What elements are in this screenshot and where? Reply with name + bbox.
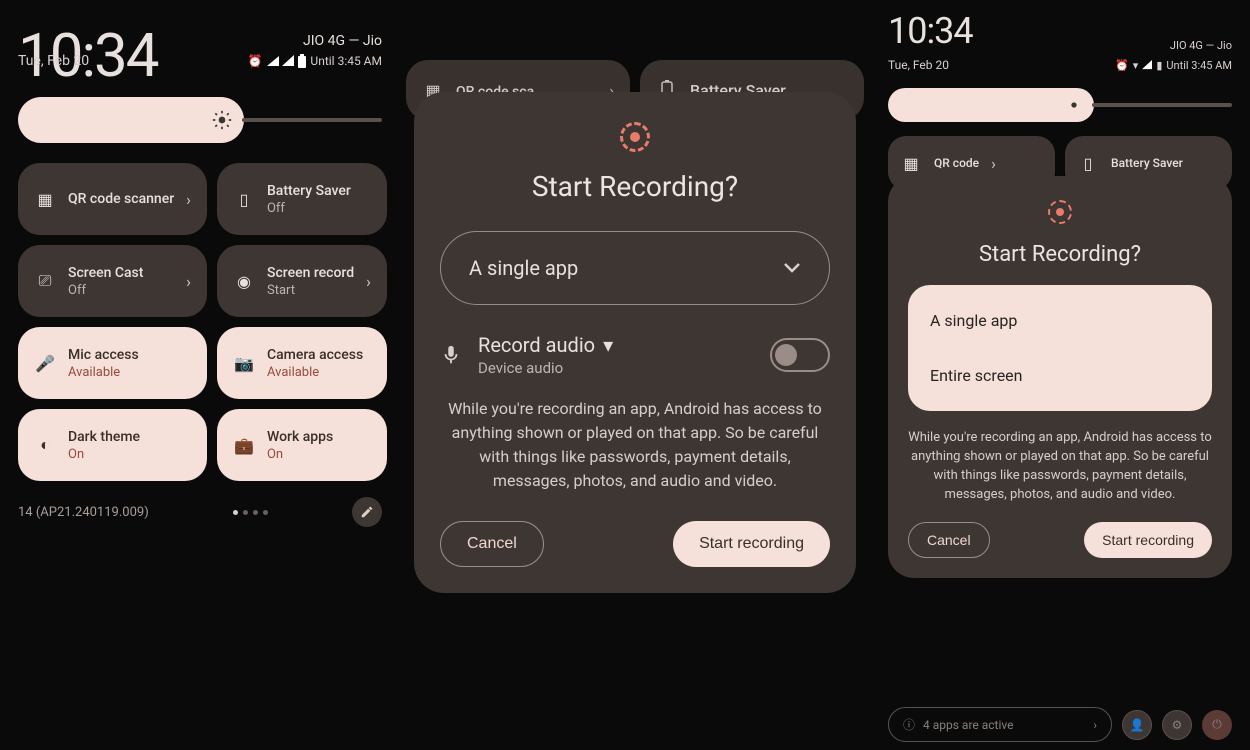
page-dots bbox=[233, 510, 268, 515]
battery-icon: ▯ bbox=[233, 190, 255, 209]
mic-icon bbox=[440, 342, 462, 368]
tile-qr[interactable]: ▦ QR code scanner › bbox=[18, 163, 207, 235]
tile-sub: Available bbox=[68, 365, 191, 380]
record-audio-row: Record audio ▾ Device audio bbox=[440, 333, 830, 377]
build-row: 14 (AP21.240119.009) bbox=[18, 497, 382, 527]
date: Tue, Feb 20 bbox=[18, 53, 89, 69]
mic-icon: 🎤 bbox=[34, 354, 56, 373]
active-apps-pill[interactable]: ⓘ 4 apps are active › bbox=[888, 707, 1112, 742]
tile-sub: On bbox=[267, 447, 371, 462]
tile-title: Screen Cast bbox=[68, 265, 174, 281]
camera-icon: 📷 bbox=[233, 354, 255, 373]
cancel-button[interactable]: Cancel bbox=[908, 522, 990, 558]
record-audio-sub: Device audio bbox=[478, 359, 754, 377]
build-version: 14 (AP21.240119.009) bbox=[18, 505, 149, 520]
dropdown-caret-icon: ▾ bbox=[603, 333, 613, 357]
record-icon bbox=[908, 200, 1212, 224]
tile-battery[interactable]: ▯ Battery Saver Off bbox=[217, 163, 387, 235]
signal-icon bbox=[1142, 60, 1152, 70]
power-icon[interactable]: ⏻ bbox=[1202, 710, 1232, 740]
tile-record[interactable]: ◉ Screen record Start › bbox=[217, 245, 387, 317]
tile-sub: On bbox=[68, 447, 191, 462]
edit-tiles-button[interactable] bbox=[352, 497, 382, 527]
alarm-icon: ⏰ bbox=[1115, 59, 1129, 72]
right-panel: 10:34 JIO 4G — Jio Tue, Feb 20 ⏰ ▾ ▮ Unt… bbox=[870, 0, 1250, 750]
record-icon bbox=[440, 122, 830, 152]
dialog-title: Start Recording? bbox=[440, 170, 830, 203]
dialog-title: Start Recording? bbox=[908, 242, 1212, 267]
record-icon: ◉ bbox=[233, 272, 255, 291]
date: Tue, Feb 20 bbox=[888, 58, 949, 72]
status-right: ⏰ ▾ ▮ Until 3:45 AM bbox=[1115, 59, 1232, 72]
recording-warning: While you're recording an app, Android h… bbox=[440, 397, 830, 493]
record-audio-toggle[interactable] bbox=[770, 338, 830, 372]
cancel-button[interactable]: Cancel bbox=[440, 521, 544, 567]
tile-work[interactable]: 💼 Work apps On bbox=[217, 409, 387, 481]
clock: 10:34 bbox=[888, 10, 973, 52]
start-recording-dialog: Start Recording? A single app Entire scr… bbox=[888, 176, 1232, 578]
start-recording-dialog: Start Recording? A single app Record aud… bbox=[414, 92, 856, 593]
chevron-down-icon bbox=[783, 262, 801, 274]
alarm-icon: ⏰ bbox=[247, 54, 262, 68]
tile-grid: ▦ QR code scanner › ▯ Battery Saver Off ⎚ Scree… bbox=[18, 163, 382, 481]
tile-title: Dark theme bbox=[68, 429, 191, 445]
settings-icon[interactable]: ⚙ bbox=[1162, 710, 1192, 740]
tile-mic[interactable]: 🎤 Mic access Available bbox=[18, 327, 207, 399]
dark-icon: ◐ bbox=[34, 435, 56, 455]
signal-icons bbox=[266, 55, 294, 67]
mid-panel: ▦ QR code sca › Battery Saver Start Reco… bbox=[400, 0, 870, 750]
date-row: Tue, Feb 20 ⏰ Until 3:45 AM bbox=[18, 53, 382, 69]
tile-title: Screen record bbox=[267, 265, 354, 281]
start-recording-button[interactable]: Start recording bbox=[673, 521, 830, 567]
wifi-icon: ▾ bbox=[1133, 59, 1139, 72]
tile-camera[interactable]: 📷 Camera access Available bbox=[217, 327, 387, 399]
recording-warning: While you're recording an app, Android h… bbox=[908, 429, 1212, 504]
cast-icon: ⎚ bbox=[34, 271, 56, 291]
tile-sub: Available bbox=[267, 365, 371, 380]
brightness-icon bbox=[212, 110, 232, 130]
chevron-right-icon: › bbox=[991, 154, 996, 173]
tile-sub: Start bbox=[267, 283, 354, 298]
tile-cast[interactable]: ⎚ Screen Cast Off › bbox=[18, 245, 207, 317]
brightness-icon bbox=[1066, 97, 1082, 113]
recording-scope-select[interactable]: A single app bbox=[440, 231, 830, 305]
tile-sub: Off bbox=[68, 283, 174, 298]
chevron-right-icon: › bbox=[186, 190, 191, 209]
footer-row: ⓘ 4 apps are active › 👤 ⚙ ⏻ bbox=[888, 707, 1232, 742]
chevron-right-icon: › bbox=[186, 272, 191, 291]
tile-sub: Off bbox=[267, 201, 371, 216]
qr-icon: ▦ bbox=[34, 190, 56, 209]
chevron-right-icon: › bbox=[1093, 718, 1097, 732]
start-recording-button[interactable]: Start recording bbox=[1084, 522, 1212, 558]
tile-title: Battery Saver bbox=[267, 183, 371, 199]
qr-icon: ▦ bbox=[900, 154, 922, 173]
chevron-right-icon: › bbox=[366, 272, 371, 291]
info-icon: ⓘ bbox=[903, 716, 915, 733]
status-right: ⏰ Until 3:45 AM bbox=[247, 54, 382, 68]
battery-icon: ▯ bbox=[1077, 154, 1099, 173]
scope-option-single-app[interactable]: A single app bbox=[908, 293, 1212, 348]
tile-dark[interactable]: ◐ Dark theme On bbox=[18, 409, 207, 481]
scope-option-entire-screen[interactable]: Entire screen bbox=[908, 348, 1212, 403]
record-audio-title[interactable]: Record audio ▾ bbox=[478, 333, 754, 357]
brightness-slider[interactable] bbox=[888, 88, 1232, 122]
tile-title: Mic access bbox=[68, 347, 191, 363]
status-network: JIO 4G — Jio bbox=[1170, 39, 1232, 52]
battery-icon bbox=[298, 54, 306, 68]
brightness-slider[interactable] bbox=[18, 97, 382, 143]
work-icon: 💼 bbox=[233, 436, 255, 455]
quick-settings-panel: 10:34 JIO 4G — Jio Tue, Feb 20 ⏰ Until 3… bbox=[0, 0, 400, 750]
scope-options-menu: A single app Entire screen bbox=[908, 285, 1212, 411]
tile-title: Camera access bbox=[267, 347, 371, 363]
battery-icon: ▮ bbox=[1156, 59, 1162, 72]
user-icon[interactable]: 👤 bbox=[1122, 710, 1152, 740]
tile-title: Work apps bbox=[267, 429, 371, 445]
tile-title: QR code scanner bbox=[68, 191, 174, 207]
